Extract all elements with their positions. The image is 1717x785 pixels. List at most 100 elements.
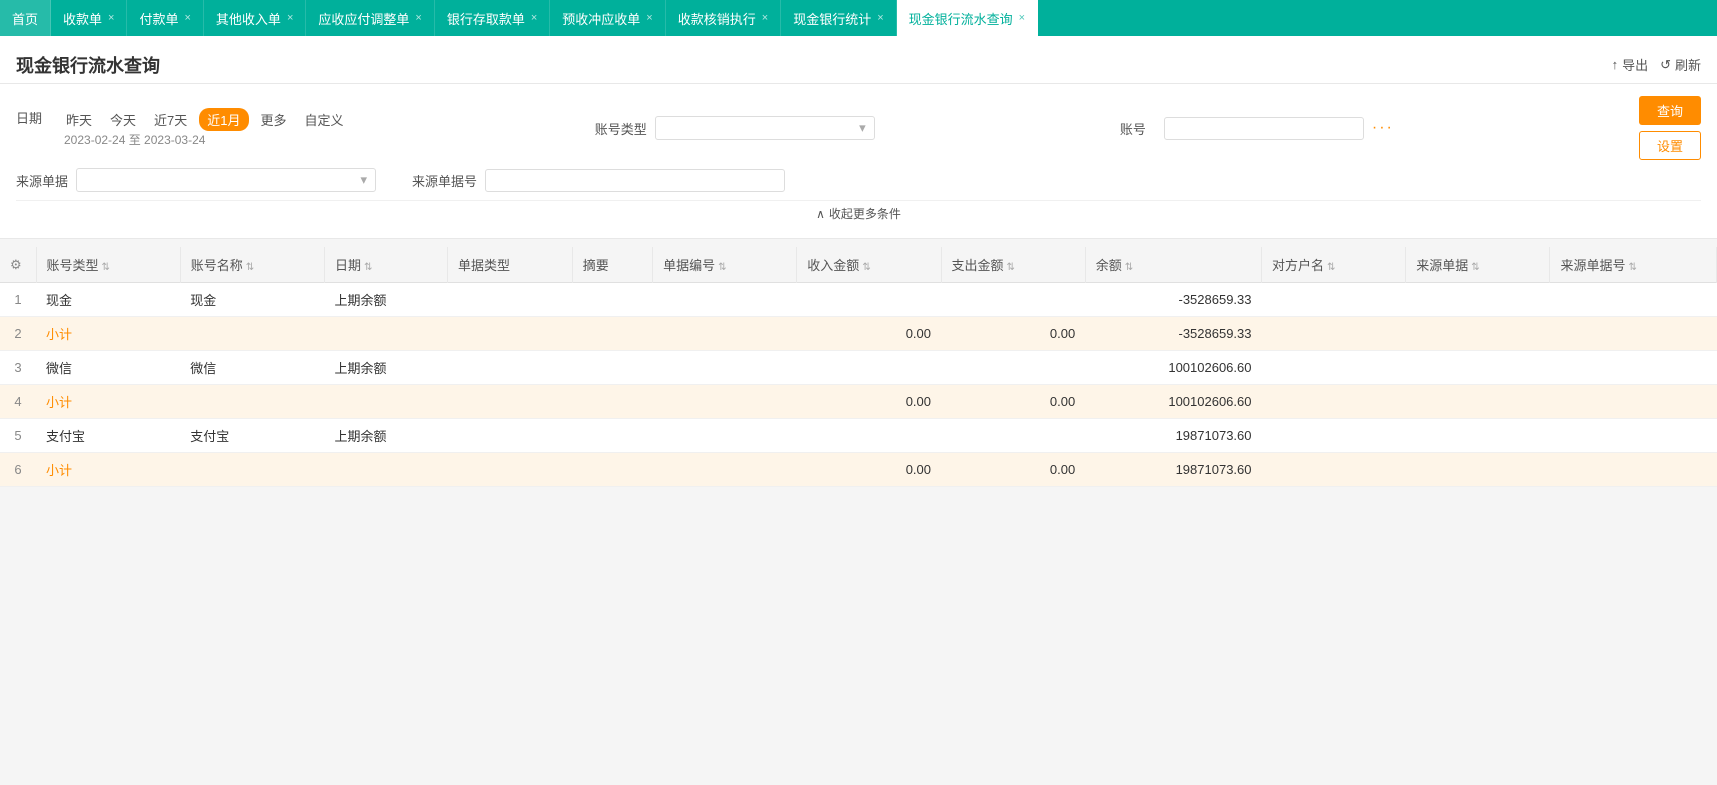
nav-label-home: 首页 xyxy=(12,9,38,28)
sort-icon-source-doc[interactable]: ⇅ xyxy=(1471,262,1479,273)
account-type-dropdown-icon: ▾ xyxy=(859,120,866,136)
col-summary: 摘要 xyxy=(572,247,652,283)
cell-summary xyxy=(572,283,652,317)
account-no-filter-group: 账号 ··· xyxy=(1120,117,1394,140)
query-button[interactable]: 查询 xyxy=(1639,96,1701,125)
refresh-icon: ↺ xyxy=(1660,57,1671,73)
export-button[interactable]: ↑ 导出 xyxy=(1612,55,1649,74)
table-body: 1 现金 现金 上期余额 -3528659.33 2 小计 0.00 0.00 … xyxy=(0,283,1717,487)
date-opt-today[interactable]: 今天 xyxy=(104,108,142,131)
cell-counterparty xyxy=(1262,385,1406,419)
nav-label-receipt: 收款单 xyxy=(63,9,102,28)
col-date: 日期⇅ xyxy=(324,247,447,283)
date-filter-group: 日期 昨天 今天 近7天 近1月 更多 自定义 2023-02-24 至 202… xyxy=(16,108,350,148)
col-balance: 余额⇅ xyxy=(1085,247,1261,283)
sort-icon-counterparty[interactable]: ⇅ xyxy=(1327,262,1335,273)
nav-item-advance[interactable]: 预收冲应收单 × xyxy=(550,0,665,36)
more-options-dots[interactable]: ··· xyxy=(1372,119,1394,137)
cell-source-doc-no xyxy=(1550,351,1717,385)
nav-item-adjustment[interactable]: 应收应付调整单 × xyxy=(306,0,434,36)
sort-icon-account-name[interactable]: ⇅ xyxy=(246,262,254,273)
account-type-label: 账号类型 xyxy=(595,119,647,138)
nav-close-cashflow[interactable]: × xyxy=(1019,12,1025,24)
source-doc-no-input[interactable] xyxy=(494,173,776,188)
gear-icon: ⚙ xyxy=(10,257,22,272)
cell-source-doc-no xyxy=(1550,283,1717,317)
nav-item-receipt[interactable]: 收款单 × xyxy=(51,0,127,36)
cell-date xyxy=(324,453,447,487)
col-doc-type: 单据类型 xyxy=(447,247,572,283)
col-source-doc-no: 来源单据号⇅ xyxy=(1550,247,1717,283)
cell-date xyxy=(324,317,447,351)
nav-item-stats[interactable]: 现金银行统计 × xyxy=(781,0,896,36)
nav-close-bank-deposit[interactable]: × xyxy=(531,12,537,24)
nav-item-payment[interactable]: 付款单 × xyxy=(127,0,203,36)
page-title: 现金银行流水查询 xyxy=(16,52,160,78)
nav-item-home[interactable]: 首页 xyxy=(0,0,51,36)
refresh-button[interactable]: ↺ 刷新 xyxy=(1660,55,1701,74)
nav-close-adjustment[interactable]: × xyxy=(415,12,421,24)
nav-label-payment: 付款单 xyxy=(139,9,178,28)
cell-row-num: 3 xyxy=(0,351,36,385)
collapse-button[interactable]: ∧ 收起更多条件 xyxy=(16,200,1701,226)
sort-icon-doc-no[interactable]: ⇅ xyxy=(718,262,726,273)
source-doc-dropdown-icon: ▾ xyxy=(360,172,367,188)
sort-icon-expense[interactable]: ⇅ xyxy=(1007,262,1015,273)
source-doc-filter-group: 来源单据 ▾ xyxy=(16,168,376,192)
sort-icon-source-doc-no[interactable]: ⇅ xyxy=(1628,262,1636,273)
cell-doc-type xyxy=(447,419,572,453)
source-doc-no-input-wrapper xyxy=(485,169,785,192)
cell-doc-type xyxy=(447,385,572,419)
cell-source-doc xyxy=(1406,419,1550,453)
table-row: 4 小计 0.00 0.00 100102606.60 xyxy=(0,385,1717,419)
source-doc-no-filter-group: 来源单据号 xyxy=(412,169,785,192)
nav-close-receipt[interactable]: × xyxy=(108,12,114,24)
cell-source-doc xyxy=(1406,385,1550,419)
cell-source-doc xyxy=(1406,351,1550,385)
refresh-label: 刷新 xyxy=(1675,55,1701,74)
account-type-select[interactable]: ▾ xyxy=(655,116,875,140)
cell-expense xyxy=(941,351,1085,385)
cell-row-num: 4 xyxy=(0,385,36,419)
cell-summary xyxy=(572,385,652,419)
cell-source-doc-no xyxy=(1550,419,1717,453)
sort-icon-account-type[interactable]: ⇅ xyxy=(102,262,110,273)
sort-icon-balance[interactable]: ⇅ xyxy=(1125,262,1133,273)
cell-row-num: 1 xyxy=(0,283,36,317)
sort-icon-date[interactable]: ⇅ xyxy=(364,262,372,273)
nav-close-payment[interactable]: × xyxy=(184,12,190,24)
settings-button[interactable]: 设置 xyxy=(1639,131,1701,160)
nav-close-advance[interactable]: × xyxy=(646,12,652,24)
nav-item-verify[interactable]: 收款核销执行 × xyxy=(666,0,781,36)
cell-source-doc-no xyxy=(1550,453,1717,487)
nav-close-verify[interactable]: × xyxy=(762,12,768,24)
nav-label-other-income: 其他收入单 xyxy=(216,9,281,28)
col-expense: 支出金额⇅ xyxy=(941,247,1085,283)
date-opt-more[interactable]: 更多 xyxy=(255,108,293,131)
col-settings[interactable]: ⚙ xyxy=(0,247,36,283)
table-row: 3 微信 微信 上期余额 100102606.60 xyxy=(0,351,1717,385)
nav-item-other-income[interactable]: 其他收入单 × xyxy=(204,0,306,36)
cell-source-doc-no xyxy=(1550,317,1717,351)
nav-label-verify: 收款核销执行 xyxy=(678,9,756,28)
nav-close-stats[interactable]: × xyxy=(877,12,883,24)
nav-close-other-income[interactable]: × xyxy=(287,12,293,24)
date-opt-custom[interactable]: 自定义 xyxy=(299,108,350,131)
col-counterparty: 对方户名⇅ xyxy=(1262,247,1406,283)
date-opt-1month[interactable]: 近1月 xyxy=(199,108,248,131)
table-row: 1 现金 现金 上期余额 -3528659.33 xyxy=(0,283,1717,317)
cell-account-type: 支付宝 xyxy=(36,419,180,453)
date-opt-7days[interactable]: 近7天 xyxy=(148,108,193,131)
nav-item-cashflow[interactable]: 现金银行流水查询 × xyxy=(897,0,1038,36)
cell-counterparty xyxy=(1262,419,1406,453)
date-opt-yesterday[interactable]: 昨天 xyxy=(60,108,98,131)
cell-income xyxy=(797,419,941,453)
top-nav: 首页 收款单 × 付款单 × 其他收入单 × 应收应付调整单 × 银行存取款单 … xyxy=(0,0,1717,36)
sort-icon-income[interactable]: ⇅ xyxy=(862,262,870,273)
col-account-name: 账号名称⇅ xyxy=(180,247,324,283)
account-no-input[interactable] xyxy=(1173,121,1355,136)
source-doc-select[interactable]: ▾ xyxy=(76,168,376,192)
source-doc-no-label: 来源单据号 xyxy=(412,171,477,190)
cell-balance: -3528659.33 xyxy=(1085,283,1261,317)
nav-item-bank-deposit[interactable]: 银行存取款单 × xyxy=(435,0,550,36)
